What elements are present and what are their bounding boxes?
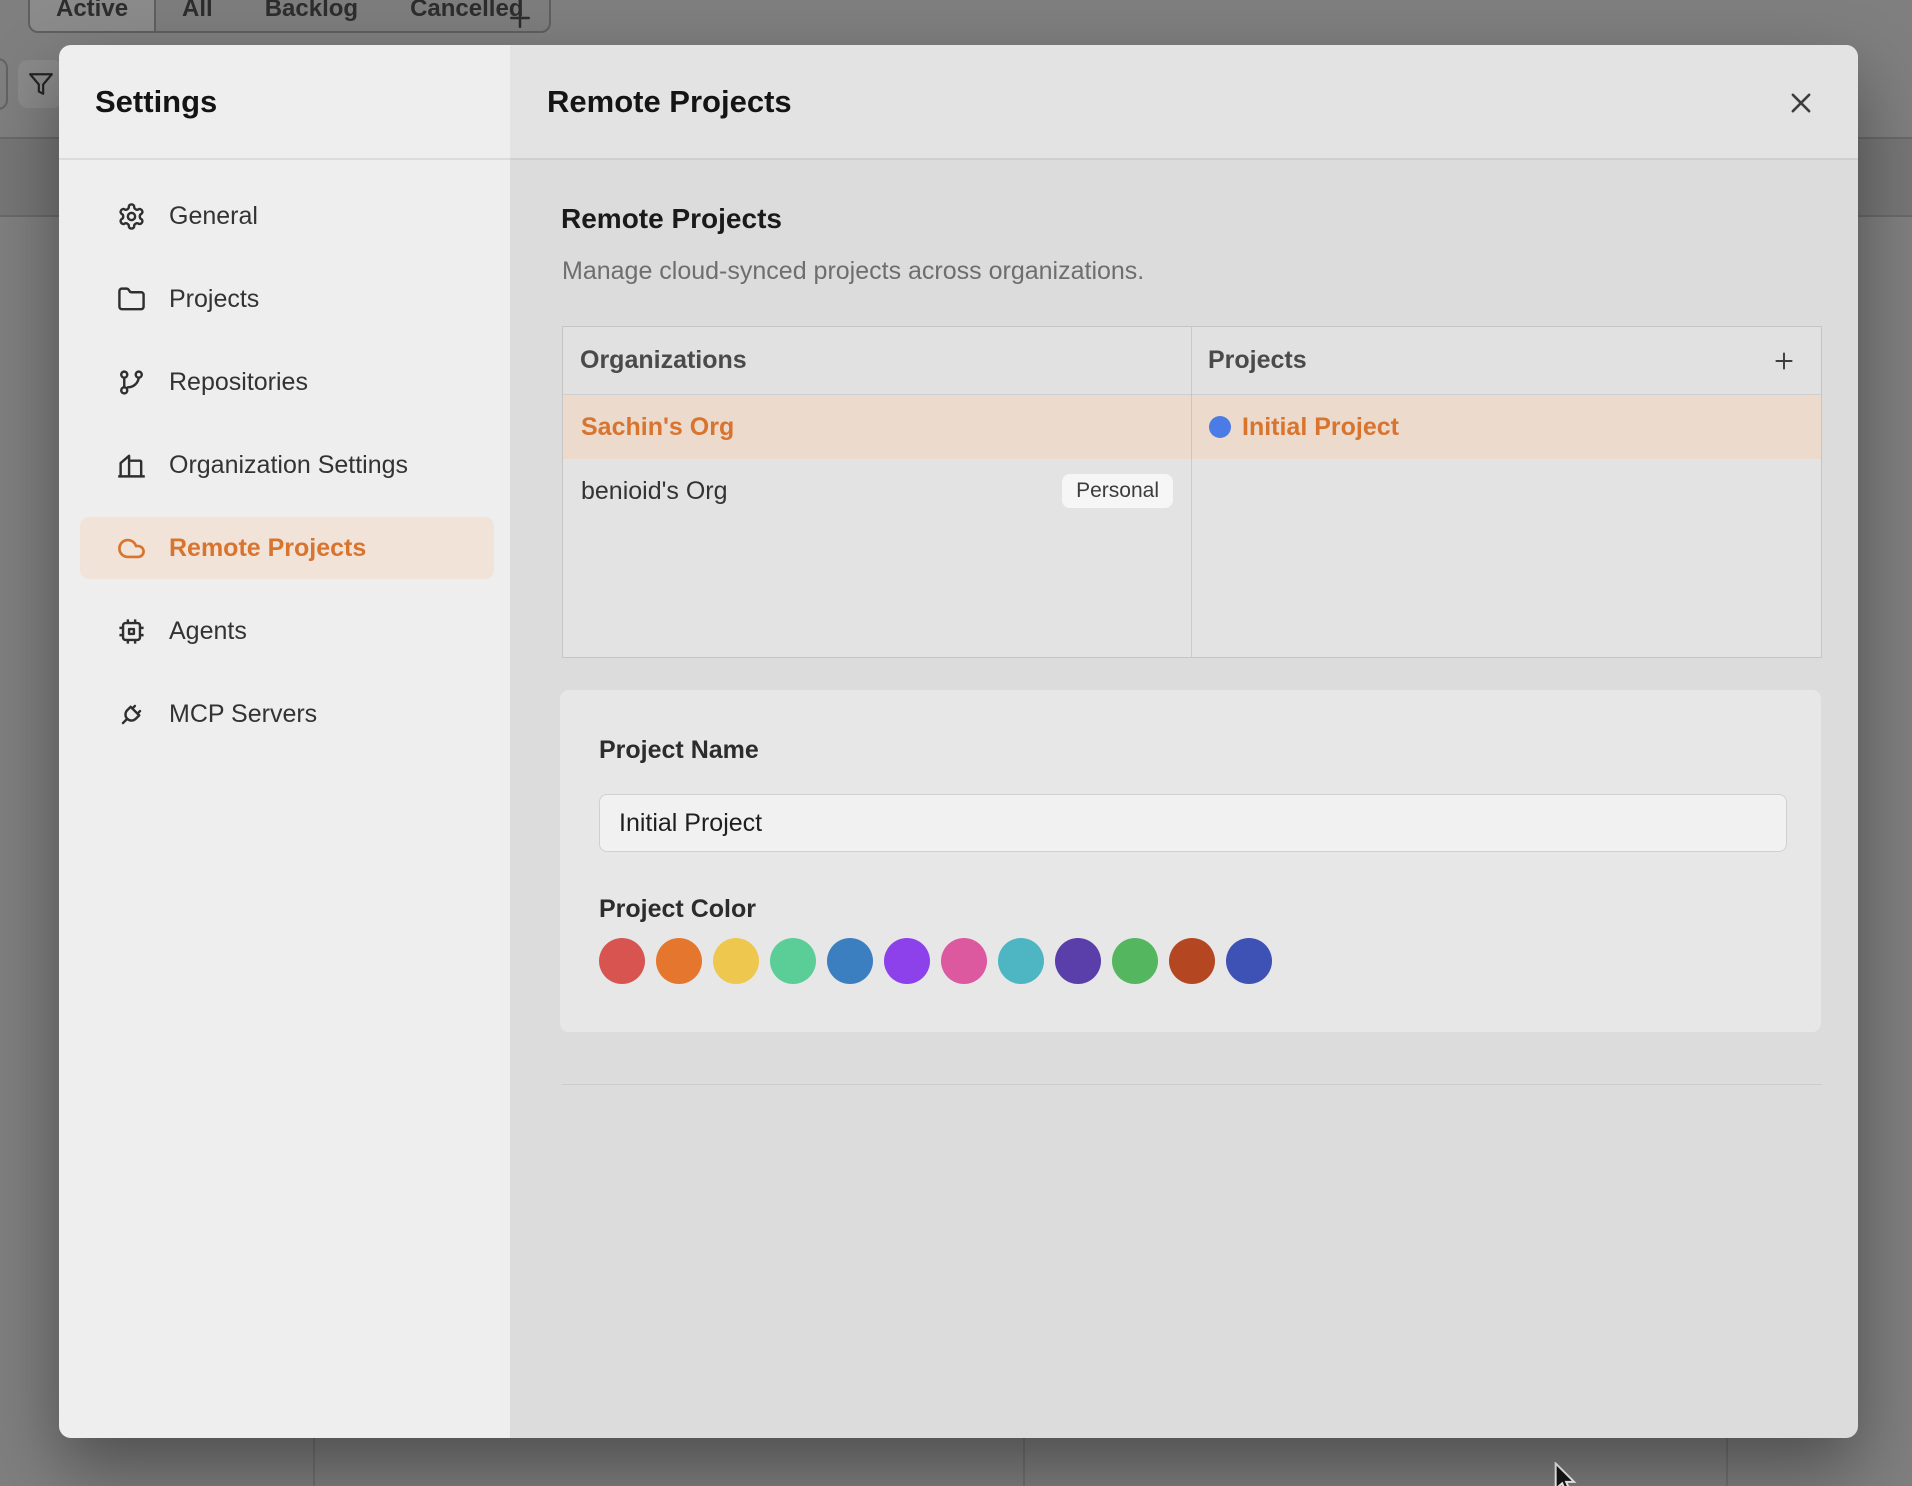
building-icon	[118, 454, 145, 478]
funnel-icon	[28, 73, 53, 95]
sidebar-item-general[interactable]: General	[80, 185, 494, 247]
personal-badge: Personal	[1062, 474, 1173, 508]
sidebar-item-label: Remote Projects	[169, 533, 367, 562]
sidebar-item-repositories[interactable]: Repositories	[80, 351, 494, 413]
projects-column-header-label: Projects	[1208, 346, 1307, 374]
chip-icon	[119, 618, 144, 644]
sidebar-list: General Projects Repositories Organizati…	[59, 160, 510, 766]
table-row: Sachin's Org Initial Project	[563, 395, 1821, 459]
color-swatch[interactable]	[1112, 938, 1158, 984]
sidebar-item-label: General	[169, 201, 258, 230]
section-title: Remote Projects	[561, 203, 782, 234]
color-swatch[interactable]	[827, 938, 873, 984]
plus-icon	[510, 8, 530, 28]
project-item-initial-project[interactable]: Initial Project	[1191, 413, 1821, 442]
table-column-divider	[1191, 327, 1192, 657]
organization-name: benioid's Org	[581, 476, 728, 505]
sidebar-header: Settings	[59, 45, 510, 160]
section-divider	[562, 1084, 1822, 1085]
organization-name: Sachin's Org	[581, 412, 735, 441]
main-header: Remote Projects	[510, 45, 1858, 160]
sidebar-item-label: Agents	[169, 616, 247, 645]
organization-item-sachins-org[interactable]: Sachin's Org	[563, 413, 1191, 442]
edge-button-partial	[0, 58, 8, 110]
filter-button[interactable]	[18, 60, 63, 108]
gear-icon	[119, 202, 144, 230]
main-content: Remote Projects Manage cloud-synced proj…	[510, 160, 1858, 1438]
table-row: benioid's Org Personal	[563, 459, 1821, 523]
tab-active[interactable]: Active	[30, 0, 157, 31]
mouse-cursor	[1554, 1462, 1577, 1486]
color-swatch-row	[599, 938, 1272, 984]
plug-icon	[121, 704, 142, 724]
color-swatch[interactable]	[998, 938, 1044, 984]
git-branch-icon	[120, 369, 143, 395]
organization-item-benioids-org[interactable]: benioid's Org Personal	[563, 474, 1191, 508]
color-swatch[interactable]	[941, 938, 987, 984]
add-project-button[interactable]	[1767, 344, 1801, 378]
project-name-label: Project Name	[599, 736, 759, 764]
organizations-column-header: Organizations	[580, 346, 747, 374]
pane-title: Remote Projects	[547, 83, 792, 119]
sidebar-item-agents[interactable]: Agents	[80, 600, 494, 662]
close-icon	[1791, 93, 1811, 113]
settings-title: Settings	[95, 83, 218, 119]
project-color-label: Project Color	[599, 895, 756, 923]
view-tabbar: Active All Backlog Cancelled	[28, 0, 552, 33]
sidebar-item-organization-settings[interactable]: Organization Settings	[80, 434, 494, 496]
add-view-button[interactable]	[500, 0, 540, 36]
org-projects-table: Organizations Projects Sachin's Org Init…	[562, 326, 1822, 658]
sidebar-item-label: MCP Servers	[169, 699, 318, 728]
project-form-panel: Project Name Project Color	[559, 689, 1822, 1033]
section-subtitle: Manage cloud-synced projects across orga…	[562, 257, 1145, 285]
tab-backlog[interactable]: Backlog	[239, 0, 384, 31]
project-name-input[interactable]	[599, 794, 1787, 852]
table-header-row: Organizations Projects	[563, 327, 1821, 395]
sidebar-item-label: Repositories	[169, 367, 308, 396]
settings-sidebar: Settings General Projects Repositories O…	[59, 45, 510, 1438]
sidebar-item-label: Projects	[169, 284, 260, 313]
project-name: Initial Project	[1242, 412, 1399, 441]
sidebar-item-projects[interactable]: Projects	[80, 268, 494, 330]
color-swatch[interactable]	[1055, 938, 1101, 984]
color-swatch[interactable]	[1169, 938, 1215, 984]
folder-icon	[118, 286, 145, 310]
project-color-dot	[1209, 416, 1231, 438]
sidebar-item-mcp-servers[interactable]: MCP Servers	[80, 683, 494, 745]
settings-main-pane: Remote Projects Remote Projects Manage c…	[510, 45, 1858, 1438]
screen: Active All Backlog Cancelled Settings Ge…	[0, 0, 1912, 1486]
sidebar-item-label: Organization Settings	[169, 450, 409, 479]
settings-modal: Settings General Projects Repositories O…	[59, 45, 1858, 1438]
color-swatch[interactable]	[656, 938, 702, 984]
tab-all[interactable]: All	[156, 0, 239, 31]
color-swatch[interactable]	[884, 938, 930, 984]
projects-column-header: Projects	[1191, 344, 1821, 378]
color-swatch[interactable]	[1226, 938, 1272, 984]
color-swatch[interactable]	[770, 938, 816, 984]
plus-icon	[1775, 351, 1793, 370]
cloud-icon	[118, 538, 145, 558]
color-swatch[interactable]	[713, 938, 759, 984]
color-swatch[interactable]	[599, 938, 645, 984]
close-button[interactable]	[1781, 83, 1821, 123]
sidebar-item-remote-projects[interactable]: Remote Projects	[80, 517, 494, 579]
